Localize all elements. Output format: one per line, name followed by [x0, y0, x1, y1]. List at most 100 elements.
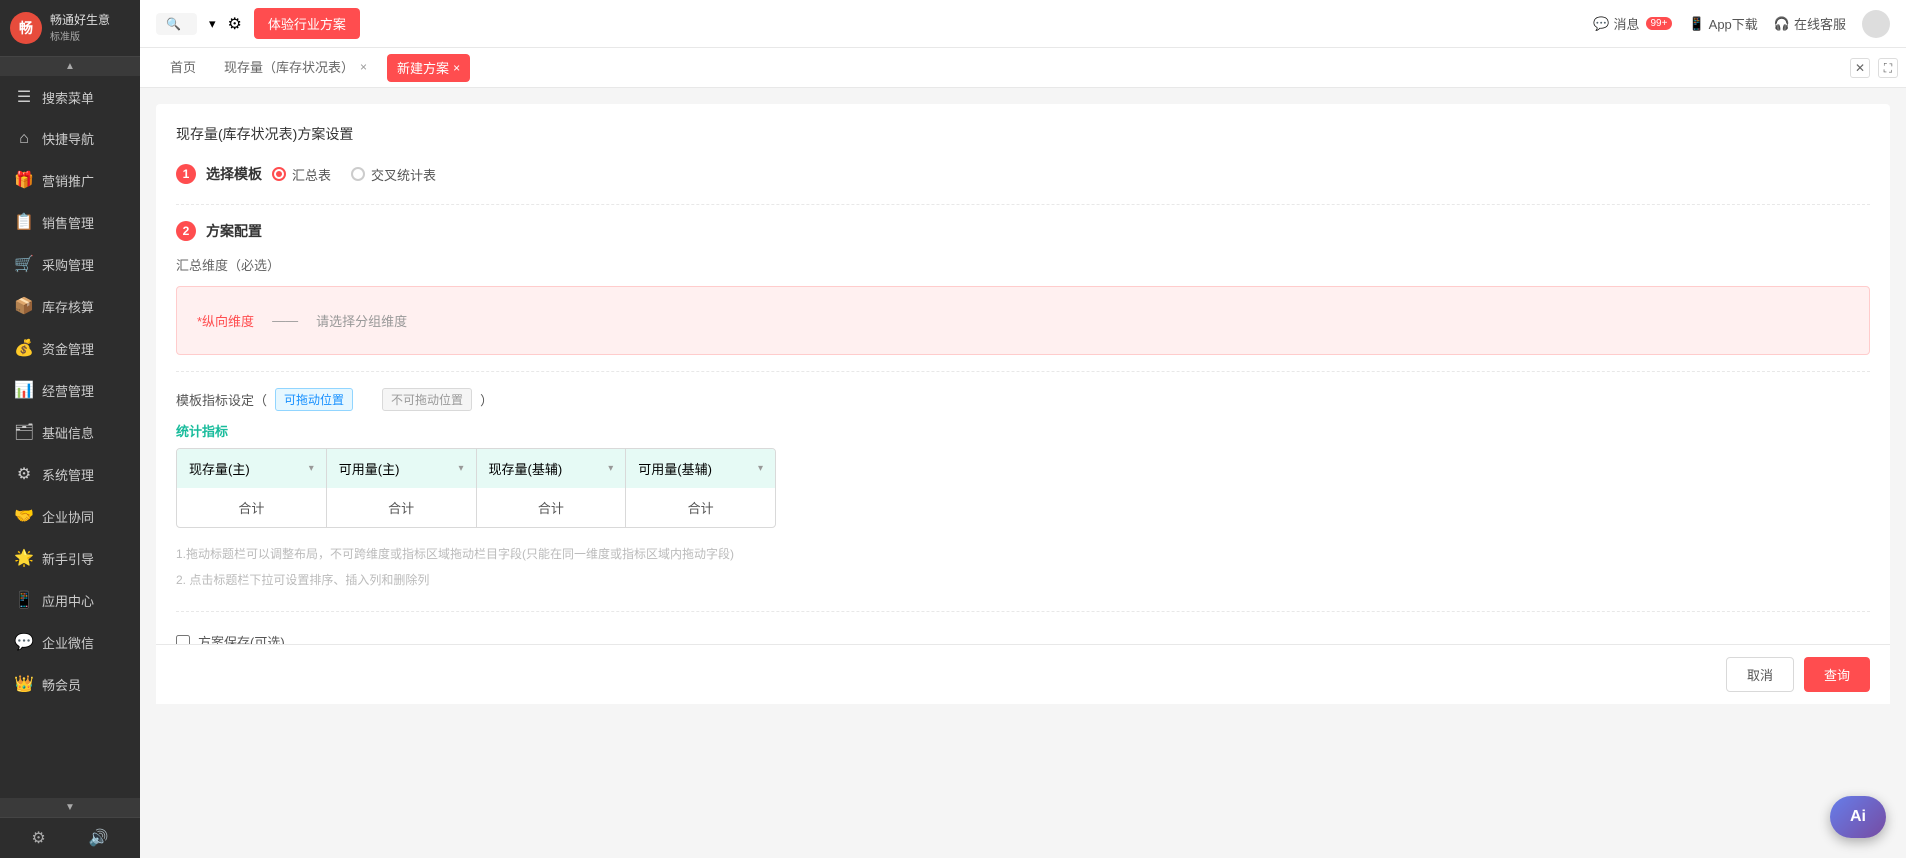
page-title: 现存量(库存状况表)方案设置 [176, 124, 1870, 144]
sidebar-item-purchase[interactable]: 🛒 采购管理 [0, 243, 140, 285]
sidebar-item-operations[interactable]: 📊 经营管理 [0, 369, 140, 411]
window-controls: ✕ ⛶ [1842, 48, 1906, 88]
volume-bottom-btn[interactable]: 🔊 [89, 828, 109, 848]
stats-col-header-0[interactable]: 现存量(主) ▾ [177, 449, 327, 488]
sidebar-item-label: 资金管理 [42, 339, 94, 358]
sidebar-item-wechat[interactable]: 💬 企业微信 [0, 621, 140, 663]
sidebar-item-finance[interactable]: 💰 资金管理 [0, 327, 140, 369]
tab-inventory-status[interactable]: 现存量（库存状况表） × [210, 48, 381, 88]
topbar-search-box[interactable]: 🔍 [156, 13, 197, 35]
sidebar-item-member[interactable]: 👑 畅会员 [0, 663, 140, 705]
dimension-separator: —— [272, 313, 298, 328]
radio-crosstab[interactable]: 交叉统计表 [351, 165, 436, 184]
stats-col-label-2: 现存量(基辅) [489, 459, 563, 478]
purchase-icon: 🛒 [14, 254, 34, 274]
marketing-icon: 🎁 [14, 170, 34, 190]
sidebar-scroll-up[interactable]: ▲ [0, 57, 140, 76]
member-icon: 👑 [14, 674, 34, 694]
sidebar-item-label: 采购管理 [42, 255, 94, 274]
tab-new-plan-close[interactable]: × [453, 61, 460, 75]
user-avatar[interactable] [1862, 10, 1890, 38]
indicator-label-end: ） [480, 390, 493, 409]
tip-1: 1.拖动标题栏可以调整布局，不可跨维度或指标区域拖动栏目字段(只能在同一维度或指… [176, 544, 1870, 566]
sidebar-item-label: 应用中心 [42, 591, 94, 610]
tab-home[interactable]: 首页 [156, 48, 210, 88]
non-draggable-tag: 不可拖动位置 [382, 388, 472, 411]
settings-icon-btn[interactable]: ⚙ [227, 14, 241, 34]
section1-header: 1 选择模板 汇总表 交叉统计表 [176, 164, 1870, 184]
section2-header: 2 方案配置 [176, 221, 1870, 241]
indicator-settings-label: 模板指标设定（ 可拖动位置 不可拖动位置 ） [176, 388, 1870, 411]
sidebar-scroll-down[interactable]: ▼ [0, 798, 140, 817]
sidebar-item-marketing[interactable]: 🎁 营销推广 [0, 159, 140, 201]
stats-title: 统计指标 [176, 421, 1870, 440]
messages-btn[interactable]: 💬 消息 99+ [1593, 14, 1672, 33]
indicator-label-text: 模板指标设定（ [176, 390, 267, 409]
sidebar-item-label: 基础信息 [42, 423, 94, 442]
industry-plan-button[interactable]: 体验行业方案 [254, 8, 360, 39]
app-download-label: App下载 [1709, 14, 1758, 33]
tab-inventory-status-label: 现存量（库存状况表） [224, 57, 354, 76]
stats-col-dropdown-0[interactable]: ▾ [309, 463, 314, 474]
tab-new-plan[interactable]: 新建方案 × [387, 54, 470, 82]
window-close-btn[interactable]: ✕ [1850, 58, 1870, 78]
topbar-right: 💬 消息 99+ 📱 App下载 🎧 在线客服 [1593, 10, 1890, 38]
topbar-dropdown-icon[interactable]: ▾ [209, 16, 216, 32]
settings-bottom-btn[interactable]: ⚙ [31, 828, 45, 848]
app-download-btn[interactable]: 📱 App下载 [1688, 14, 1757, 33]
tabs-bar: 首页 现存量（库存状况表） × 新建方案 × ✕ ⛶ [140, 48, 1906, 88]
stats-col-dropdown-1[interactable]: ▾ [458, 463, 463, 474]
query-button[interactable]: 查询 [1804, 657, 1870, 692]
wechat-icon: 💬 [14, 632, 34, 652]
quick-nav-icon: ⌂ [14, 130, 34, 148]
section1-label: 选择模板 [206, 164, 262, 184]
section-divider-2 [176, 371, 1870, 372]
stats-col-dropdown-3[interactable]: ▾ [758, 463, 763, 474]
section-divider-3 [176, 611, 1870, 612]
radio-crosstab-label: 交叉统计表 [371, 165, 436, 184]
stats-col-body-0: 合计 [177, 488, 327, 527]
sidebar-item-cooperation[interactable]: 🤝 企业协同 [0, 495, 140, 537]
topbar: 🔍 ▾ ⚙ 体验行业方案 💬 消息 99+ 📱 App下载 🎧 在线客服 [140, 0, 1906, 48]
stats-col-header-3[interactable]: 可用量(基辅) ▾ [626, 449, 775, 488]
tab-inventory-status-close[interactable]: × [360, 60, 367, 74]
template-radio-group: 汇总表 交叉统计表 [272, 165, 436, 184]
tip-2: 2. 点击标题栏下拉可设置排序、插入列和删除列 [176, 570, 1870, 592]
sidebar-bottom: ⚙ 🔊 [0, 817, 140, 858]
sidebar-item-label: 企业协同 [42, 507, 94, 526]
cancel-button[interactable]: 取消 [1726, 657, 1794, 692]
sidebar-item-label: 新手引导 [42, 549, 94, 568]
sidebar-item-label: 搜索菜单 [42, 88, 94, 107]
window-maximize-btn[interactable]: ⛶ [1878, 58, 1898, 78]
main-area: 🔍 ▾ ⚙ 体验行业方案 💬 消息 99+ 📱 App下载 🎧 在线客服 [140, 0, 1906, 858]
sidebar-item-app-center[interactable]: 📱 应用中心 [0, 579, 140, 621]
sidebar-item-guide[interactable]: 🌟 新手引导 [0, 537, 140, 579]
stats-col-header-1[interactable]: 可用量(主) ▾ [327, 449, 477, 488]
sidebar-item-quick-nav[interactable]: ⌂ 快捷导航 [0, 118, 140, 159]
stats-table-body: 合计 合计 合计 合计 [177, 488, 775, 527]
sidebar-item-system[interactable]: ⚙ 系统管理 [0, 453, 140, 495]
sidebar-item-search-menu[interactable]: ☰ 搜索菜单 [0, 76, 140, 118]
sidebar-item-label: 企业微信 [42, 633, 94, 652]
stats-section: 统计指标 现存量(主) ▾ 可用量(主) ▾ [176, 421, 1870, 528]
sidebar-item-label: 经营管理 [42, 381, 94, 400]
sidebar-item-inventory[interactable]: 📦 库存核算 [0, 285, 140, 327]
online-service-btn[interactable]: 🎧 在线客服 [1774, 14, 1846, 33]
dimension-area[interactable]: *纵向维度 —— 请选择分组维度 [176, 286, 1870, 355]
radio-summary[interactable]: 汇总表 [272, 165, 331, 184]
section1-number: 1 [176, 164, 196, 184]
stats-col-header-2[interactable]: 现存量(基辅) ▾ [477, 449, 627, 488]
sidebar-item-label: 畅会员 [42, 675, 81, 694]
dimension-required-mark: *纵向维度 [197, 311, 254, 330]
stats-col-dropdown-2[interactable]: ▾ [608, 463, 613, 474]
finance-icon: 💰 [14, 338, 34, 358]
operations-icon: 📊 [14, 380, 34, 400]
sidebar-item-label: 销售管理 [42, 213, 94, 232]
sidebar-item-basic-info[interactable]: 🗂 基础信息 [0, 411, 140, 453]
topbar-left: 🔍 ▾ ⚙ 体验行业方案 [156, 8, 360, 39]
sidebar-logo: 畅 畅通好生意 标准版 [0, 0, 140, 57]
tips-area: 1.拖动标题栏可以调整布局，不可跨维度或指标区域拖动栏目字段(只能在同一维度或指… [176, 544, 1870, 591]
ai-bubble-button[interactable]: Ai [1830, 796, 1886, 838]
tab-home-label: 首页 [170, 57, 196, 76]
sidebar-item-sales[interactable]: 📋 销售管理 [0, 201, 140, 243]
